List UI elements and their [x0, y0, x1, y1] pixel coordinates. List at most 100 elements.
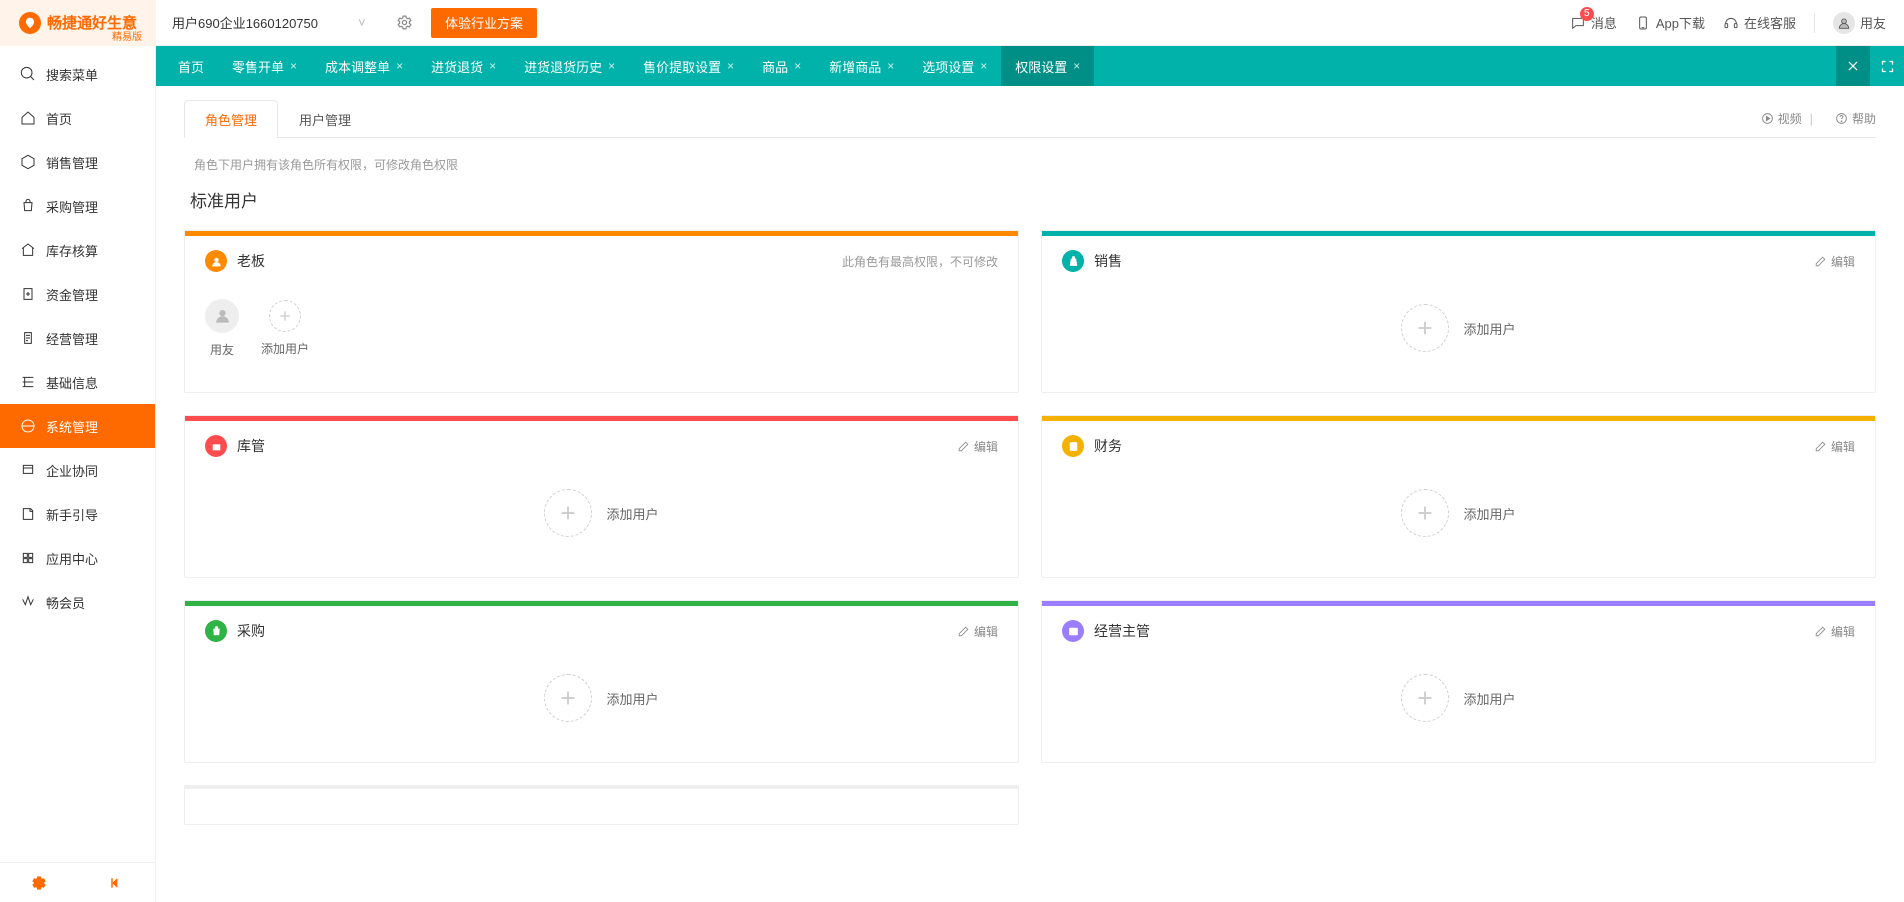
add-user-label: 添加用户 [606, 504, 658, 523]
edit-label: 编辑 [1831, 623, 1855, 640]
support-label: 在线客服 [1744, 13, 1796, 32]
tab[interactable]: 首页 [164, 46, 218, 86]
add-user-button[interactable]: 添加用户 [544, 674, 658, 722]
tab[interactable]: 进货退货历史 × [510, 46, 629, 86]
sidebar-item-guide[interactable]: 新手引导 [0, 492, 155, 536]
tab[interactable]: 权限设置× [1001, 46, 1094, 86]
tab[interactable]: 新增商品× [815, 46, 908, 86]
sidebar-item-purchase[interactable]: 采购管理 [0, 184, 155, 228]
sidebar-item-collab[interactable]: 企业协同 [0, 448, 155, 492]
user-avatar-icon [205, 299, 239, 333]
close-icon[interactable]: × [1073, 59, 1080, 73]
tab[interactable]: 售价提取设置× [629, 46, 748, 86]
settings-icon[interactable] [31, 875, 47, 891]
close-icon[interactable]: × [290, 59, 297, 73]
sidebar-item-vip[interactable]: 畅会员 [0, 580, 155, 624]
close-icon[interactable]: × [727, 59, 734, 73]
biz-icon [20, 330, 36, 346]
role-icon [1062, 620, 1084, 642]
add-user-button[interactable]: 添加用户 [1401, 674, 1515, 722]
role-card: 销售 编辑添加用户 [1041, 230, 1876, 393]
sidebar-item-fund[interactable]: 资金管理 [0, 272, 155, 316]
role-name: 经营主管 [1094, 621, 1150, 641]
try-solution-button[interactable]: 体验行业方案 [431, 8, 537, 38]
plus-icon [1401, 304, 1449, 352]
add-user-label: 添加用户 [606, 689, 658, 708]
user-chip[interactable]: 用友 [205, 299, 239, 358]
sidebar-item-biz[interactable]: 经营管理 [0, 316, 155, 360]
messages-button[interactable]: 5 消息 [1570, 13, 1617, 32]
sidebar-item-search[interactable]: 搜索菜单 [0, 52, 155, 96]
role-icon [205, 435, 227, 457]
role-name: 销售 [1094, 251, 1122, 271]
sidebar-item-sales[interactable]: 销售管理 [0, 140, 155, 184]
tab[interactable]: 零售开单× [218, 46, 311, 86]
sidebar-item-home[interactable]: 首页 [0, 96, 155, 140]
sidebar-item-label: 经营管理 [46, 329, 98, 348]
sidebar-item-system[interactable]: 系统管理 [0, 404, 155, 448]
close-icon[interactable]: × [980, 59, 987, 73]
add-user-button[interactable]: 添加用户 [544, 489, 658, 537]
edit-button[interactable]: 编辑 [957, 623, 998, 640]
add-user-label: 添加用户 [1463, 689, 1515, 708]
subtab-role-management[interactable]: 角色管理 [184, 100, 278, 138]
add-user-button[interactable]: 添加用户 [1401, 489, 1515, 537]
purchase-icon [20, 198, 36, 214]
sidebar-item-label: 畅会员 [46, 593, 85, 612]
help-link[interactable]: 帮助 [1835, 110, 1876, 127]
close-icon[interactable]: × [887, 59, 894, 73]
tab-label: 进货退货历史 [524, 57, 602, 76]
role-card: 经营主管 编辑添加用户 [1041, 600, 1876, 763]
tab[interactable]: 商品× [748, 46, 815, 86]
tab-label: 首页 [178, 57, 204, 76]
fullscreen-button[interactable] [1870, 46, 1904, 86]
tab[interactable]: 成本调整单 × [311, 46, 417, 86]
guide-icon [20, 506, 36, 522]
sidebar-item-base[interactable]: 基础信息 [0, 360, 155, 404]
edit-button[interactable]: 编辑 [957, 438, 998, 455]
edit-button[interactable]: 编辑 [1814, 438, 1855, 455]
subtab-user-management[interactable]: 用户管理 [278, 100, 372, 138]
app-download-button[interactable]: App下载 [1635, 13, 1705, 32]
sidebar-item-label: 基础信息 [46, 373, 98, 392]
collapse-sidebar-icon[interactable] [108, 875, 124, 891]
add-user-button[interactable]: 添加用户 [1401, 304, 1515, 352]
tab-label: 成本调整单 [325, 57, 390, 76]
video-label: 视频 [1778, 110, 1802, 127]
role-name: 老板 [237, 251, 265, 271]
plus-icon [269, 300, 301, 332]
user-menu[interactable]: 用友 [1833, 12, 1886, 34]
messages-badge: 5 [1580, 7, 1594, 21]
card-placeholder [184, 785, 1019, 825]
role-icon [205, 250, 227, 272]
video-link[interactable]: 视频 [1761, 110, 1802, 127]
edit-button[interactable]: 编辑 [1814, 253, 1855, 270]
close-icon[interactable]: × [489, 59, 496, 73]
gear-icon[interactable] [396, 14, 413, 31]
edit-label: 编辑 [1831, 253, 1855, 270]
separator: | [1810, 111, 1813, 126]
close-icon[interactable]: × [794, 59, 801, 73]
close-icon[interactable]: × [396, 59, 403, 73]
sidebar-item-stock[interactable]: 库存核算 [0, 228, 155, 272]
tenant-selector[interactable]: 用户690企业1660120750 ˅ [172, 8, 382, 38]
app-logo[interactable]: 畅捷通好生意 精易版 [0, 0, 156, 46]
sidebar-item-apps[interactable]: 应用中心 [0, 536, 155, 580]
vip-icon [20, 594, 36, 610]
base-icon [20, 374, 36, 390]
logo-icon [19, 12, 41, 34]
tab[interactable]: 进货退货× [417, 46, 510, 86]
close-all-tabs-button[interactable] [1836, 46, 1870, 86]
close-icon[interactable]: × [608, 59, 615, 73]
support-button[interactable]: 在线客服 [1723, 13, 1796, 32]
tab-label: 选项设置 [922, 57, 974, 76]
add-user-button[interactable]: 添加用户 [261, 300, 309, 357]
role-icon [205, 620, 227, 642]
home-icon [20, 110, 36, 126]
edit-button[interactable]: 编辑 [1814, 623, 1855, 640]
tab[interactable]: 选项设置 × [908, 46, 1001, 86]
plus-icon [1401, 489, 1449, 537]
add-user-label: 添加用户 [1463, 504, 1515, 523]
apps-icon [20, 550, 36, 566]
sidebar-item-label: 企业协同 [46, 461, 98, 480]
